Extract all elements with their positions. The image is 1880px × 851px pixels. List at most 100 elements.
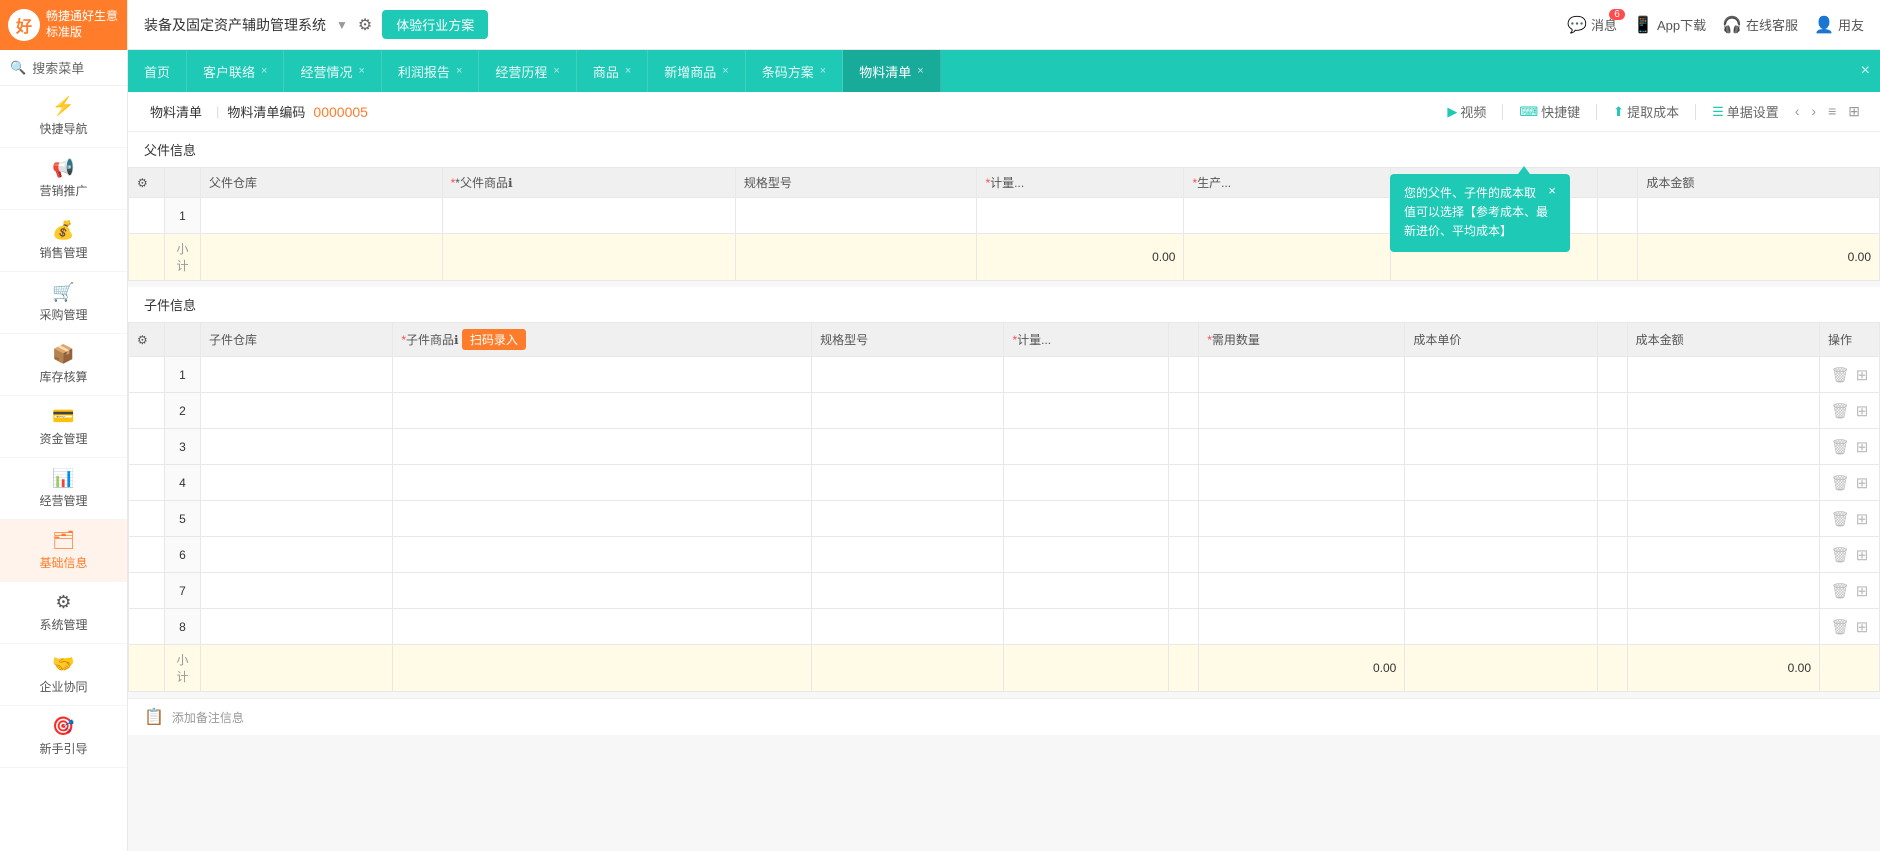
sidebar-item-sales[interactable]: 💰 销售管理 (0, 210, 127, 272)
copy-icon-7[interactable]: ⊞ (1856, 582, 1869, 600)
page-tab-list[interactable]: 物料清单 (144, 100, 208, 123)
nav-tab-home[interactable]: 首页 (128, 50, 187, 92)
child-row-unit-cost-6[interactable] (1405, 537, 1597, 573)
sidebar-item-operation[interactable]: 📊 经营管理 (0, 458, 127, 520)
child-row-unit-cost-7[interactable] (1405, 573, 1597, 609)
experience-button[interactable]: 体验行业方案 (382, 10, 488, 39)
child-row-need-qty-5[interactable] (1199, 501, 1405, 537)
copy-icon-4[interactable]: ⊞ (1856, 474, 1869, 492)
scan-btn[interactable]: 扫码录入 (462, 329, 526, 350)
copy-icon-6[interactable]: ⊞ (1856, 546, 1869, 564)
child-row-unit-cost-5[interactable] (1405, 501, 1597, 537)
nav-tab-journey[interactable]: 经营历程 × (479, 50, 576, 92)
parent-row-product[interactable] (442, 198, 735, 234)
child-row-warehouse-4[interactable] (201, 465, 393, 501)
child-row-product-8[interactable] (393, 609, 812, 645)
delete-icon-8[interactable]: 🗑 (1831, 618, 1850, 636)
child-row-need-qty-6[interactable] (1199, 537, 1405, 573)
child-row-product-7[interactable] (393, 573, 812, 609)
child-row-need-qty-3[interactable] (1199, 429, 1405, 465)
child-row-need-qty-7[interactable] (1199, 573, 1405, 609)
sidebar-item-system[interactable]: ⚙ 系统管理 (0, 582, 127, 644)
sidebar-item-basic-info[interactable]: 🗂 基础信息 (0, 520, 127, 582)
child-row-spec-3[interactable] (812, 429, 1004, 465)
topbar-gear-icon[interactable]: ⚙ (358, 15, 372, 35)
child-row-product-2[interactable] (393, 393, 812, 429)
sidebar-item-enterprise[interactable]: 🤝 企业协同 (0, 644, 127, 706)
copy-icon-1[interactable]: ⊞ (1856, 366, 1869, 384)
child-row-unit-5[interactable] (1004, 501, 1169, 537)
delete-icon-4[interactable]: 🗑 (1831, 474, 1850, 492)
close-operation-tab[interactable]: × (358, 65, 364, 77)
child-row-unit-7[interactable] (1004, 573, 1169, 609)
child-row-spec-1[interactable] (812, 357, 1004, 393)
child-row-spec-5[interactable] (812, 501, 1004, 537)
child-row-warehouse-5[interactable] (201, 501, 393, 537)
child-row-unit-cost-8[interactable] (1405, 609, 1597, 645)
child-row-unit-cost-1[interactable] (1405, 357, 1597, 393)
next-btn[interactable]: › (1807, 101, 1820, 122)
close-profit-tab[interactable]: × (456, 65, 462, 77)
delete-icon-7[interactable]: 🗑 (1831, 582, 1850, 600)
prev-btn[interactable]: ‹ (1791, 101, 1804, 122)
parent-row-production[interactable] (1184, 198, 1391, 234)
copy-icon-2[interactable]: ⊞ (1856, 402, 1869, 420)
delete-icon-1[interactable]: 🗑 (1831, 366, 1850, 384)
nav-tab-goods[interactable]: 商品 × (577, 50, 648, 92)
parent-row-qty-unit[interactable] (977, 198, 1184, 234)
expand-btn[interactable]: ⊞ (1844, 101, 1864, 122)
child-row-warehouse-7[interactable] (201, 573, 393, 609)
online-service-wrap[interactable]: 🎧 在线客服 (1722, 15, 1798, 35)
child-row-spec-6[interactable] (812, 537, 1004, 573)
topbar-dropdown-arrow[interactable]: ▼ (336, 18, 348, 32)
close-barcode-tab[interactable]: × (820, 65, 826, 77)
child-row-product-1[interactable] (393, 357, 812, 393)
parent-row-spec[interactable] (735, 198, 977, 234)
child-row-unit-cost-2[interactable] (1405, 393, 1597, 429)
child-row-need-qty-2[interactable] (1199, 393, 1405, 429)
sidebar-item-guide[interactable]: 🎯 新手引导 (0, 706, 127, 768)
child-row-warehouse-6[interactable] (201, 537, 393, 573)
message-icon[interactable]: 💬 (1567, 15, 1587, 35)
child-row-unit-cost-3[interactable] (1405, 429, 1597, 465)
close-new-goods-tab[interactable]: × (722, 65, 728, 77)
copy-icon-3[interactable]: ⊞ (1856, 438, 1869, 456)
child-row-unit-8[interactable] (1004, 609, 1169, 645)
delete-icon-2[interactable]: 🗑 (1831, 402, 1850, 420)
nav-tab-customer[interactable]: 客户联络 × (187, 50, 284, 92)
extract-cost-action[interactable]: ⬆ 提取成本 (1613, 102, 1679, 121)
menu-btn[interactable]: ≡ (1824, 101, 1840, 122)
sidebar-item-finance[interactable]: 💳 资金管理 (0, 396, 127, 458)
child-row-spec-8[interactable] (812, 609, 1004, 645)
nav-tab-new-goods[interactable]: 新增商品 × (648, 50, 745, 92)
sidebar-item-inventory[interactable]: 📦 库存核算 (0, 334, 127, 396)
child-row-warehouse-3[interactable] (201, 429, 393, 465)
nav-tab-barcode[interactable]: 条码方案 × (746, 50, 843, 92)
close-bom-tab[interactable]: × (917, 65, 923, 77)
child-row-product-3[interactable] (393, 429, 812, 465)
child-row-product-5[interactable] (393, 501, 812, 537)
nav-tab-profit[interactable]: 利润报告 × (382, 50, 479, 92)
delete-icon-5[interactable]: 🗑 (1831, 510, 1850, 528)
child-row-need-qty-4[interactable] (1199, 465, 1405, 501)
close-all-tabs[interactable]: × (1851, 62, 1880, 80)
user-wrap[interactable]: 👤 用友 (1814, 15, 1864, 35)
child-row-unit-3[interactable] (1004, 429, 1169, 465)
child-row-unit-6[interactable] (1004, 537, 1169, 573)
child-row-product-6[interactable] (393, 537, 812, 573)
child-row-spec-4[interactable] (812, 465, 1004, 501)
child-row-spec-7[interactable] (812, 573, 1004, 609)
copy-icon-5[interactable]: ⊞ (1856, 510, 1869, 528)
delete-icon-3[interactable]: 🗑 (1831, 438, 1850, 456)
child-row-unit-4[interactable] (1004, 465, 1169, 501)
child-row-unit-1[interactable] (1004, 357, 1169, 393)
child-row-unit-2[interactable] (1004, 393, 1169, 429)
child-row-warehouse-8[interactable] (201, 609, 393, 645)
nav-tab-operation[interactable]: 经营情况 × (284, 50, 381, 92)
child-row-need-qty-8[interactable] (1199, 609, 1405, 645)
child-row-product-4[interactable] (393, 465, 812, 501)
shortcut-action[interactable]: ⌨ 快捷键 (1519, 102, 1580, 121)
single-setting-action[interactable]: ☰ 单据设置 (1712, 102, 1779, 121)
tooltip-close-btn[interactable]: × (1548, 184, 1556, 197)
video-action[interactable]: ▶ 视频 (1447, 102, 1486, 121)
